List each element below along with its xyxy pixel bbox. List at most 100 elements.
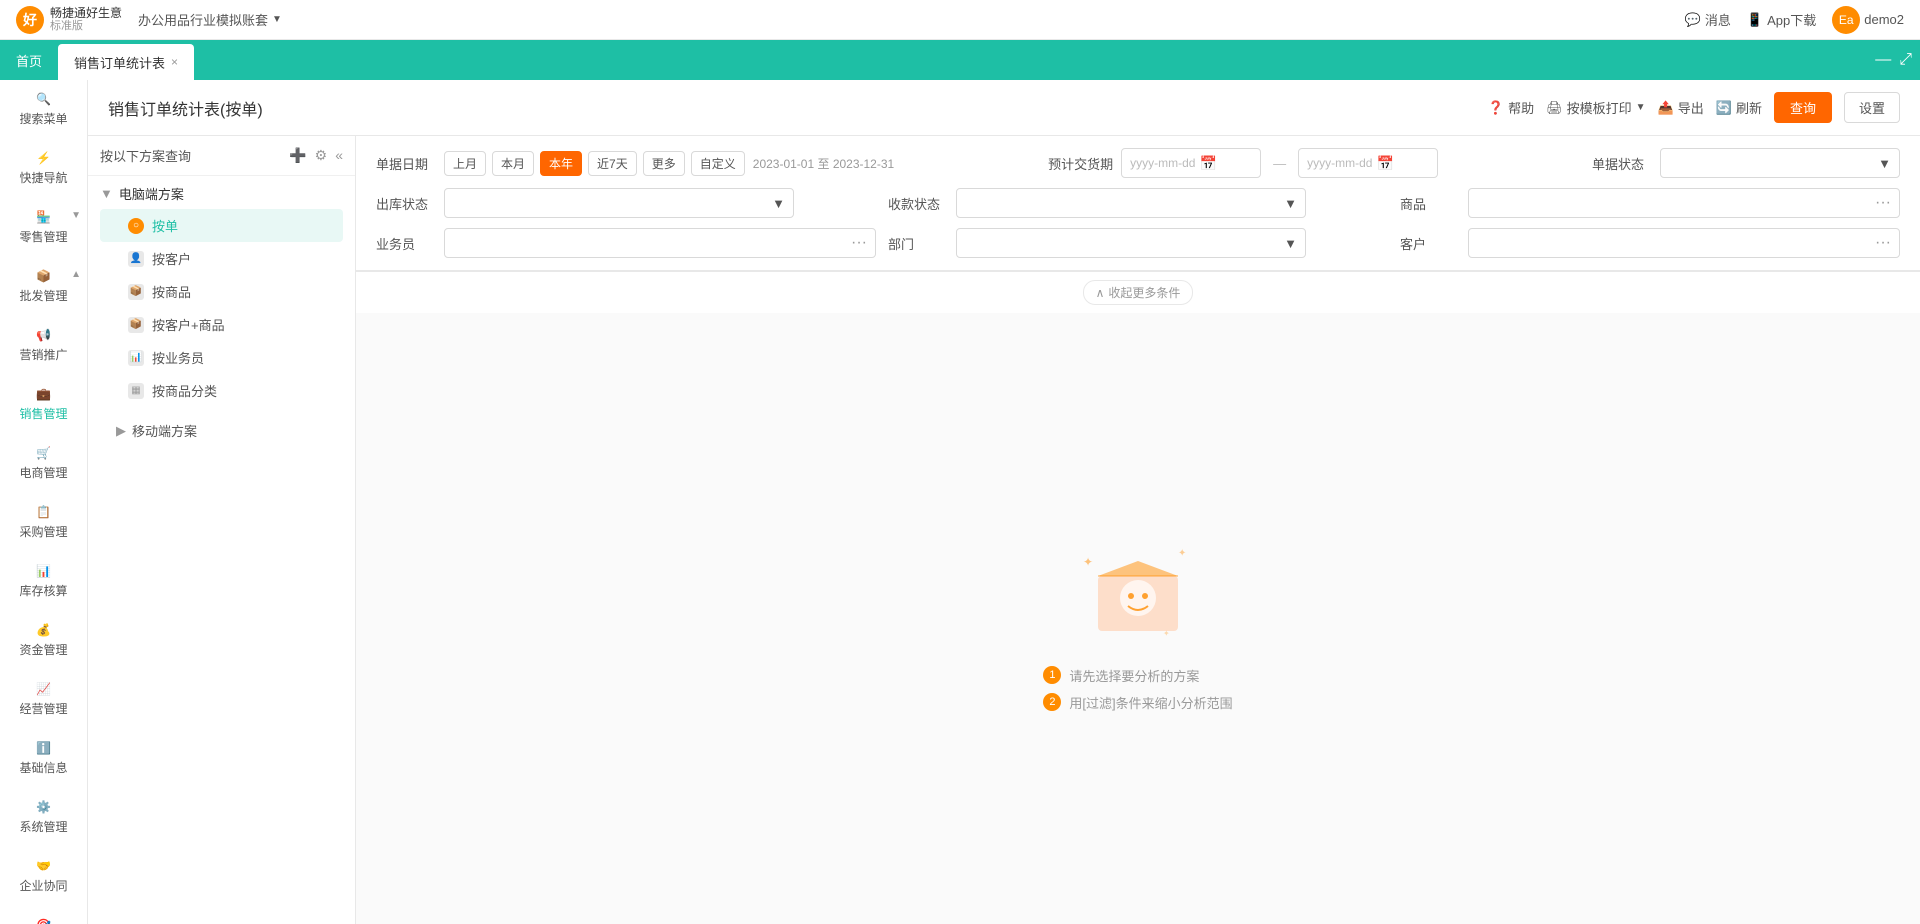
sidebar-item-collab[interactable]: 🤝 企业协同 xyxy=(0,847,87,906)
date-btn-thismonth[interactable]: 本月 xyxy=(492,151,534,176)
scheme-settings-icon[interactable]: ⚙ xyxy=(315,147,328,164)
goods-input[interactable]: ··· xyxy=(1468,188,1900,218)
help-btn[interactable]: ❓ 帮助 xyxy=(1488,98,1534,117)
export-btn[interactable]: 📤 导出 xyxy=(1658,98,1704,117)
sidebar-item-retail[interactable]: 🏪 零售管理 ▼ xyxy=(0,198,87,257)
tab-home[interactable]: 首页 xyxy=(0,40,58,80)
filter-group-receiptstatus: 收款状态 ▼ xyxy=(888,188,1388,218)
scheme-add-icon[interactable]: ➕ xyxy=(289,147,306,164)
panel-layout: 按以下方案查询 ➕ ⚙ « ▼ 电脑端方案 ○ xyxy=(88,136,1920,924)
export-icon: 📤 xyxy=(1658,100,1674,116)
filter-group-customer: 客户 ··· xyxy=(1400,228,1900,258)
status-select[interactable]: ▼ xyxy=(1660,148,1900,178)
wholesale-icon: 📦 xyxy=(36,269,51,283)
scheme-item-bycustomergoods[interactable]: 📦 按客户+商品 xyxy=(100,308,343,341)
svg-text:✦: ✦ xyxy=(1178,548,1186,559)
scheme-item-bystaff[interactable]: 📊 按业务员 xyxy=(100,341,343,374)
sidebar-item-system[interactable]: ⚙️ 系统管理 xyxy=(0,788,87,847)
delivery-label: 预计交货期 xyxy=(1048,154,1113,173)
sidebar-item-wholesale[interactable]: 📦 批发管理 ▲ xyxy=(0,257,87,316)
search-icon: 🔍 xyxy=(36,92,51,106)
date-btn-7days[interactable]: 近7天 xyxy=(588,151,637,176)
tab-maximize-icon[interactable]: ⤢ xyxy=(1899,51,1912,69)
top-bar: 好 畅捷通好生意 标准版 办公用品行业模拟账套 ▼ 💬 消息 📱 App下载 E… xyxy=(0,0,1920,40)
date-range-display: 2023-01-01 至 2023-12-31 xyxy=(753,155,894,172)
filter-row-2: 出库状态 ▼ 收款状态 ▼ xyxy=(376,188,1900,218)
customer-input[interactable]: ··· xyxy=(1468,228,1900,258)
scheme-item-bycustomer[interactable]: 👤 按客户 xyxy=(100,242,343,275)
dept-select[interactable]: ▼ xyxy=(956,228,1306,258)
scheme-category-mobile-title[interactable]: ▶ 移动端方案 xyxy=(104,415,355,446)
scheme-item-bygoodscategory[interactable]: ▦ 按商品分类 xyxy=(100,374,343,407)
sidebar-item-purchase[interactable]: 📋 采购管理 xyxy=(0,493,87,552)
page-title: 销售订单统计表(按单) xyxy=(108,96,263,120)
collapse-button[interactable]: ∧ 收起更多条件 xyxy=(1083,280,1194,305)
inventory-icon: 📊 xyxy=(36,564,51,578)
sidebar-item-search[interactable]: 🔍 搜索菜单 xyxy=(0,80,87,139)
staff-more-icon: ··· xyxy=(851,234,867,252)
customer-label: 客户 xyxy=(1400,234,1460,253)
main-layout: 🔍 搜索菜单 ⚡ 快捷导航 🏪 零售管理 ▼ 📦 批发管理 ▲ 📢 营销推广 💼… xyxy=(0,80,1920,924)
date-separator: — xyxy=(1269,156,1290,171)
app-download-btn[interactable]: 📱 App下载 xyxy=(1747,10,1816,29)
scheme-item-bygoods[interactable]: 📦 按商品 xyxy=(100,275,343,308)
logo-area: 好 畅捷通好生意 标准版 xyxy=(16,6,122,34)
sidebar-item-quicknav[interactable]: ⚡ 快捷导航 xyxy=(0,139,87,198)
tab-minimize-icon[interactable]: — xyxy=(1875,51,1891,69)
collapse-icon: ∧ xyxy=(1096,286,1105,300)
top-bar-left: 好 畅捷通好生意 标准版 办公用品行业模拟账套 ▼ xyxy=(16,6,290,34)
retail-expand-icon: ▼ xyxy=(71,210,81,221)
delivery-date-from[interactable]: yyyy-mm-dd 📅 xyxy=(1121,148,1261,178)
delivery-date-to[interactable]: yyyy-mm-dd 📅 xyxy=(1298,148,1438,178)
sidebar-item-inventory[interactable]: 📊 库存核算 xyxy=(0,552,87,611)
settings-button[interactable]: 设置 xyxy=(1844,92,1900,123)
date-btn-thisyear[interactable]: 本年 xyxy=(540,151,582,176)
sidebar-item-guide[interactable]: 🎯 新手引导 xyxy=(0,906,87,924)
scheme-item-icon-bygoodscategory: ▦ xyxy=(128,383,144,399)
receiptstatus-select[interactable]: ▼ xyxy=(956,188,1306,218)
scheme-header: 按以下方案查询 ➕ ⚙ « xyxy=(88,136,355,176)
sidebar-item-basics[interactable]: ℹ️ 基础信息 xyxy=(0,729,87,788)
sidebar-item-operations[interactable]: 📈 经营管理 xyxy=(0,670,87,729)
svg-text:✦: ✦ xyxy=(1163,629,1170,638)
app-selector[interactable]: 办公用品行业模拟账套 ▼ xyxy=(130,10,290,29)
tab-active[interactable]: 销售订单统计表 × xyxy=(58,44,194,80)
sidebar-item-ecommerce[interactable]: 🛒 电商管理 xyxy=(0,434,87,493)
purchase-icon: 📋 xyxy=(36,505,51,519)
filter-row-3: 业务员 ··· 部门 ▼ xyxy=(376,228,1900,258)
sidebar-item-finance[interactable]: 💰 资金管理 xyxy=(0,611,87,670)
date-btn-more[interactable]: 更多 xyxy=(643,151,685,176)
refresh-btn[interactable]: 🔄 刷新 xyxy=(1716,98,1762,117)
retail-icon: 🏪 xyxy=(36,210,51,224)
filter-group-status: 单据状态 ▼ xyxy=(1592,148,1900,178)
content-area: 销售订单统计表(按单) ❓ 帮助 🖨 按模板打印 ▼ 📤 导出 🔄 刷新 xyxy=(88,80,1920,924)
scheme-category-pc: ▼ 电脑端方案 ○ 按单 👤 按客户 📦 xyxy=(88,176,355,415)
query-button[interactable]: 查询 xyxy=(1774,92,1832,123)
finance-icon: 💰 xyxy=(36,623,51,637)
basics-icon: ℹ️ xyxy=(36,741,51,755)
date-btn-custom[interactable]: 自定义 xyxy=(691,151,745,176)
scheme-item-icon-bystaff: 📊 xyxy=(128,350,144,366)
scheme-panel: 按以下方案查询 ➕ ⚙ « ▼ 电脑端方案 ○ xyxy=(88,136,356,924)
template-print-btn[interactable]: 🖨 按模板打印 ▼ xyxy=(1546,98,1645,117)
message-btn[interactable]: 💬 消息 xyxy=(1685,10,1731,29)
user-area[interactable]: Ea demo2 xyxy=(1832,6,1904,34)
scheme-item-byorder[interactable]: ○ 按单 xyxy=(100,209,343,242)
sidebar-item-sales[interactable]: 💼 销售管理 xyxy=(0,375,87,434)
logo-text: 畅捷通好生意 标准版 xyxy=(50,6,122,34)
outstatus-select[interactable]: ▼ xyxy=(444,188,794,218)
staff-input[interactable]: ··· xyxy=(444,228,876,258)
date-btn-lastmonth[interactable]: 上月 xyxy=(444,151,486,176)
empty-hint-1: 1 请先选择要分析的方案 xyxy=(1043,666,1232,685)
svg-text:✦: ✦ xyxy=(1083,555,1093,569)
scheme-category-pc-title[interactable]: ▼ 电脑端方案 xyxy=(100,184,343,203)
tab-close-icon[interactable]: × xyxy=(171,55,178,69)
sidebar-item-marketing[interactable]: 📢 营销推广 xyxy=(0,316,87,375)
empty-illustration: ✦ ✦ ✦ xyxy=(1078,526,1198,646)
filter-area: 单据日期 上月 本月 本年 近7天 更多 自定义 2023-01-01 至 20… xyxy=(356,136,1920,271)
goods-more-icon: ··· xyxy=(1875,194,1891,212)
filter-group-goods: 商品 ··· xyxy=(1400,188,1900,218)
staff-label: 业务员 xyxy=(376,234,436,253)
print-icon: 🖨 xyxy=(1546,100,1563,116)
scheme-collapse-icon[interactable]: « xyxy=(335,147,343,164)
